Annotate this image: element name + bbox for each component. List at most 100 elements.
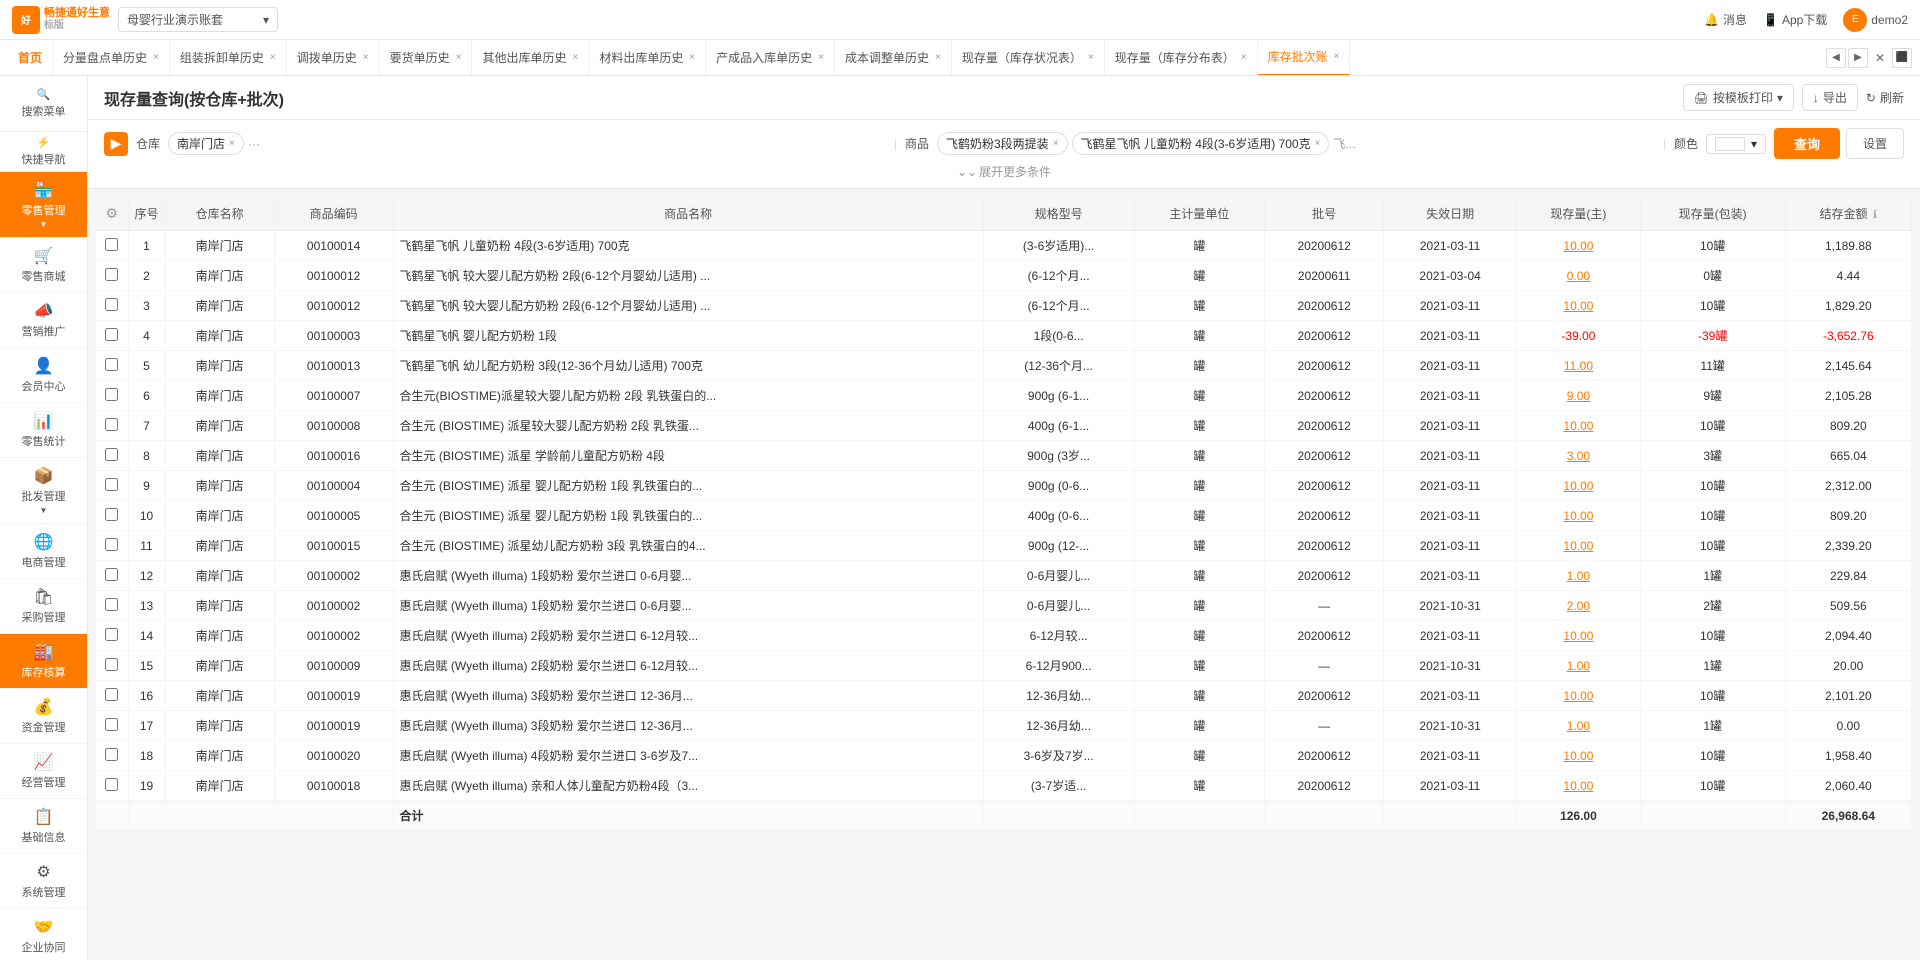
sidebar-item-system[interactable]: ⚙ 系统管理 [0, 854, 87, 909]
tab-menu[interactable]: ⬛ [1892, 48, 1912, 68]
sidebar-item-stock[interactable]: 🏭 库存核算 [0, 634, 87, 689]
tab-product-in[interactable]: 产成品入库单历史 × [706, 40, 835, 76]
tab-close-cost-adjust[interactable]: × [935, 52, 941, 63]
search-btn[interactable]: 查询 [1774, 128, 1840, 159]
account-dropdown[interactable]: 母婴行业演示账套 ▾ [118, 7, 278, 32]
row-checkbox[interactable] [96, 591, 128, 621]
app-download-btn[interactable]: 📱 App下载 [1763, 11, 1827, 28]
tab-stock-status[interactable]: 现存量（库存状况表） × [952, 40, 1105, 76]
row-checkbox[interactable] [96, 561, 128, 591]
row-qty-main[interactable]: 1.00 [1517, 561, 1640, 591]
row-qty-main[interactable]: 3.00 [1517, 441, 1640, 471]
tab-close-all[interactable]: ✕ [1870, 48, 1890, 68]
tab-stock-dist[interactable]: 现存量（库存分布表） × [1105, 40, 1258, 76]
export-btn[interactable]: ↓ 导出 [1802, 84, 1858, 111]
warehouse-tag[interactable]: 南岸门店 × [168, 132, 244, 155]
sidebar-item-ecommerce[interactable]: 🌐 电商管理 [0, 524, 87, 579]
row-checkbox[interactable] [96, 621, 128, 651]
sidebar-item-collab[interactable]: 🤝 企业协同 [0, 909, 87, 960]
sidebar-item-finance[interactable]: 💰 资金管理 [0, 689, 87, 744]
row-qty-main[interactable]: 11.00 [1517, 351, 1640, 381]
tab-next-arrow[interactable]: ▶ [1848, 48, 1868, 68]
refresh-btn[interactable]: ↻ 刷新 [1866, 89, 1904, 106]
product-tag-2[interactable]: 飞鹤星飞帆 儿童奶粉 4段(3-6岁适用) 700克 × [1072, 132, 1330, 155]
row-qty-main[interactable]: 10.00 [1517, 741, 1640, 771]
row-qty-main[interactable]: 10.00 [1517, 771, 1640, 801]
tab-yao-huo[interactable]: 要货单历史 × [380, 40, 473, 76]
tab-close-fen-pan[interactable]: × [153, 52, 159, 63]
tab-close-material-out[interactable]: × [689, 52, 695, 63]
row-qty-main[interactable]: 10.00 [1517, 501, 1640, 531]
tab-material-out[interactable]: 材料出库单历史 × [589, 40, 706, 76]
row-qty-main[interactable]: 1.00 [1517, 711, 1640, 741]
row-qty-main[interactable]: -39.00 [1517, 321, 1640, 351]
user-profile[interactable]: E demo2 [1843, 8, 1908, 32]
product-tag-2-close[interactable]: × [1315, 138, 1321, 149]
sidebar-item-marketing[interactable]: 📣 营销推广 [0, 293, 87, 348]
row-qty-main[interactable]: 10.00 [1517, 681, 1640, 711]
settings-icon[interactable]: ⚙ [105, 205, 118, 221]
warehouse-tag-more[interactable]: ··· [248, 137, 260, 151]
tab-close-diao-bo[interactable]: × [363, 52, 369, 63]
tab-close-stock-dist[interactable]: × [1241, 52, 1247, 63]
tab-prev-arrow[interactable]: ◀ [1826, 48, 1846, 68]
quick-nav-btn[interactable]: ⚡ 快捷导航 [0, 132, 87, 172]
tab-home[interactable]: 首页 [8, 40, 53, 76]
row-checkbox[interactable] [96, 441, 128, 471]
row-qty-main[interactable]: 10.00 [1517, 291, 1640, 321]
tab-close-other-out[interactable]: × [572, 52, 578, 63]
search-menu-btn[interactable]: 🔍 搜索菜单 [4, 84, 83, 123]
row-checkbox[interactable] [96, 741, 128, 771]
row-qty-main[interactable]: 10.00 [1517, 621, 1640, 651]
tab-other-out[interactable]: 其他出库单历史 × [472, 40, 589, 76]
product-tag-1[interactable]: 飞鹤奶粉3段两提装 × [937, 132, 1068, 155]
sidebar-item-retail[interactable]: 🏪 零售管理 ▼ [0, 172, 87, 238]
print-btn[interactable]: 🖨 按模板打印 ▾ [1683, 84, 1794, 111]
sidebar-item-basic[interactable]: 📋 基础信息 [0, 799, 87, 854]
row-checkbox[interactable] [96, 351, 128, 381]
tab-close-stock-status[interactable]: × [1088, 52, 1094, 63]
row-qty-main[interactable]: 10.00 [1517, 231, 1640, 261]
row-checkbox[interactable] [96, 771, 128, 801]
row-checkbox[interactable] [96, 711, 128, 741]
row-qty-main[interactable]: 10.00 [1517, 471, 1640, 501]
sidebar-item-wholesale[interactable]: 📦 批发管理 ▼ [0, 458, 87, 524]
tab-close-zu-chai[interactable]: × [270, 52, 276, 63]
tab-close-batch-account[interactable]: × [1334, 51, 1340, 62]
messages-btn[interactable]: 🔔 消息 [1704, 11, 1747, 28]
col-setting[interactable]: ⚙ [96, 197, 128, 231]
row-checkbox[interactable] [96, 411, 128, 441]
row-checkbox[interactable] [96, 681, 128, 711]
filter-toggle-btn[interactable]: ▶ [104, 132, 128, 156]
tab-zu-chai[interactable]: 组装拆卸单历史 × [170, 40, 287, 76]
row-qty-main[interactable]: 0.00 [1517, 261, 1640, 291]
row-checkbox[interactable] [96, 291, 128, 321]
tab-cost-adjust[interactable]: 成本调整单历史 × [835, 40, 952, 76]
row-qty-main[interactable]: 2.00 [1517, 591, 1640, 621]
row-qty-main[interactable]: 10.00 [1517, 531, 1640, 561]
sidebar-item-member[interactable]: 👤 会员中心 [0, 348, 87, 403]
row-qty-main[interactable]: 1.00 [1517, 651, 1640, 681]
row-checkbox[interactable] [96, 321, 128, 351]
row-checkbox[interactable] [96, 261, 128, 291]
sidebar-item-shop[interactable]: 🛒 零售商城 [0, 238, 87, 293]
row-qty-main[interactable]: 9.00 [1517, 381, 1640, 411]
product-tag-more[interactable]: 飞... [1333, 135, 1355, 152]
row-checkbox[interactable] [96, 381, 128, 411]
row-checkbox[interactable] [96, 651, 128, 681]
expand-more-btn[interactable]: ⌄⌄ 展开更多条件 [957, 163, 1051, 180]
sidebar-item-operation[interactable]: 📈 经营管理 [0, 744, 87, 799]
sidebar-item-purchase[interactable]: 🛍 采购管理 [0, 579, 87, 634]
tab-close-product-in[interactable]: × [818, 52, 824, 63]
row-checkbox[interactable] [96, 231, 128, 261]
product-tag-1-close[interactable]: × [1053, 138, 1059, 149]
row-checkbox[interactable] [96, 471, 128, 501]
amount-info-icon[interactable]: ℹ [1873, 209, 1877, 221]
tab-fen-pan[interactable]: 分量盘点单历史 × [53, 40, 170, 76]
setting-btn[interactable]: 设置 [1846, 128, 1904, 159]
warehouse-tag-close[interactable]: × [229, 138, 235, 149]
row-checkbox[interactable] [96, 531, 128, 561]
tab-close-yao-huo[interactable]: × [456, 52, 462, 63]
tab-diao-bo[interactable]: 调拨单历史 × [287, 40, 380, 76]
tab-batch-account[interactable]: 库存批次账 × [1258, 40, 1351, 76]
